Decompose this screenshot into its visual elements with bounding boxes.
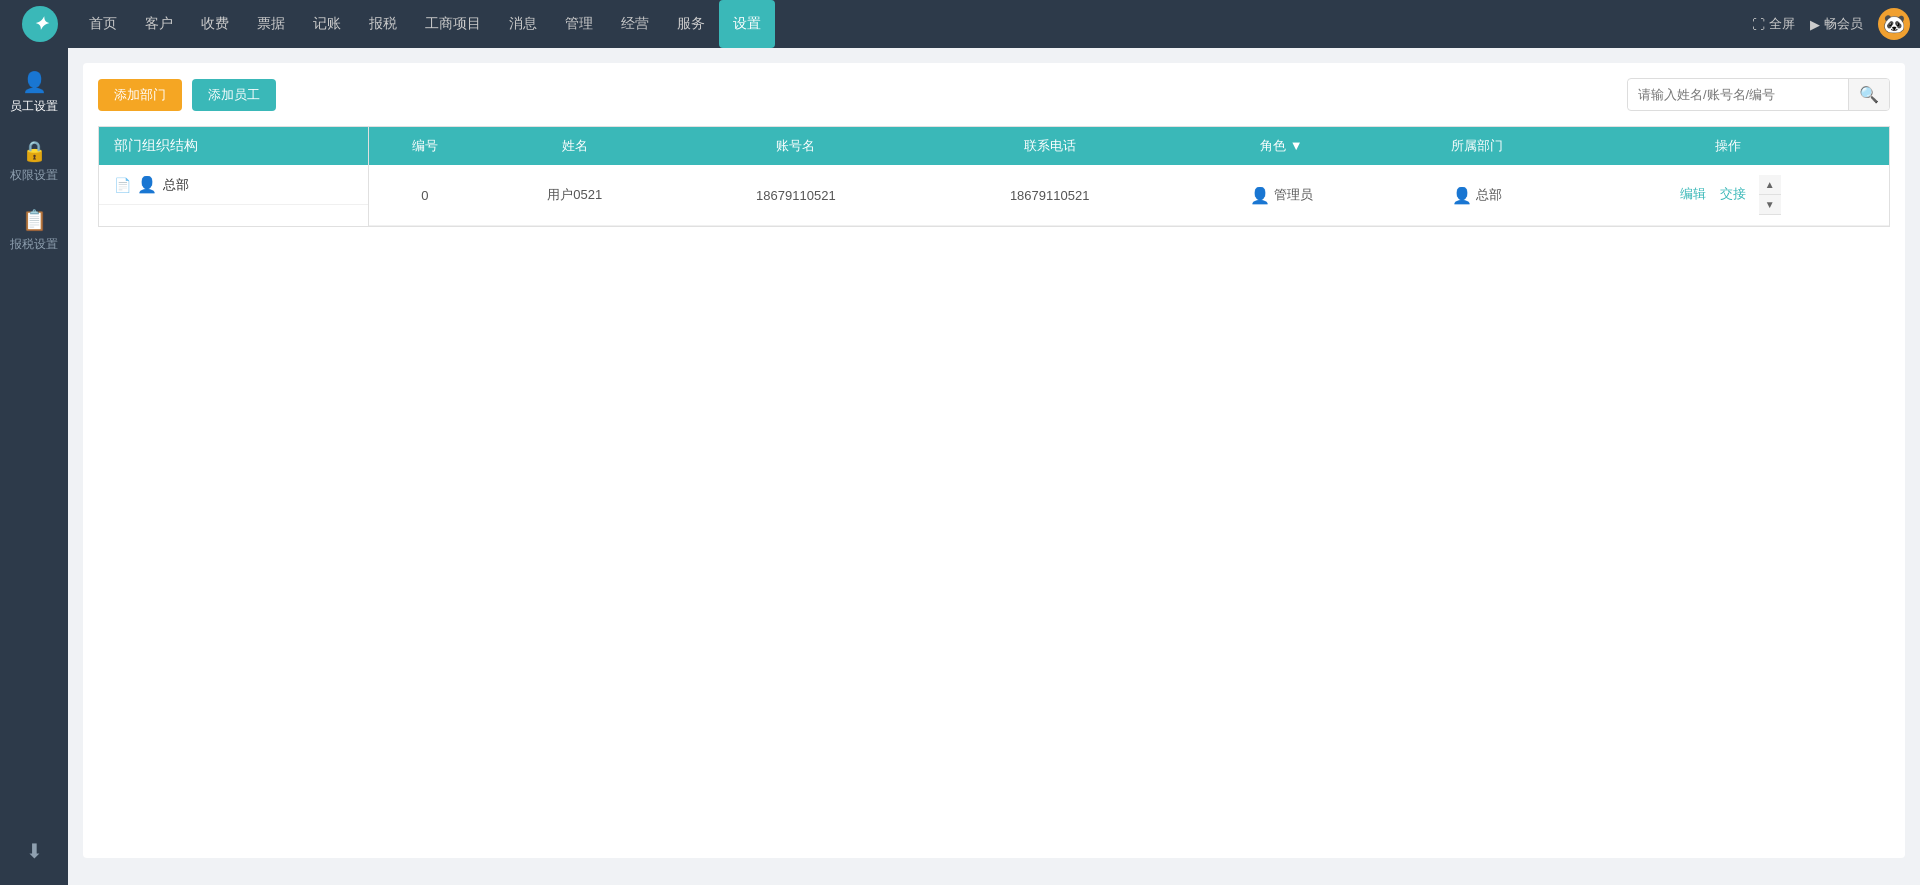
nav-items: 首页 客户 收费 票据 记账 报税 工商项目 消息 管理 经营 服务 设置 <box>75 0 1752 48</box>
sidebar-tax-settings-label: 报税设置 <box>10 236 58 253</box>
toolbar: 添加部门 添加员工 🔍 <box>98 78 1890 111</box>
nav-item-tax[interactable]: 报税 <box>355 0 411 48</box>
scroll-up-button[interactable]: ▲ <box>1759 175 1781 195</box>
sidebar-item-employee[interactable]: 👤 员工设置 <box>0 58 68 127</box>
role-icon: 👤 <box>1250 186 1270 205</box>
scroll-down-button[interactable]: ▼ <box>1759 195 1781 215</box>
table-row: 0 用户0521 18679110521 18679110521 👤 管理员 <box>369 165 1889 226</box>
nav-item-operation[interactable]: 经营 <box>607 0 663 48</box>
tree-item-label: 总部 <box>163 176 189 194</box>
col-phone: 联系电话 <box>923 127 1177 165</box>
nav-item-settings[interactable]: 设置 <box>719 0 775 48</box>
add-employee-button[interactable]: 添加员工 <box>192 79 276 111</box>
nav-right: ⛶ 全屏 ▶ 畅会员 🐼 <box>1752 8 1910 40</box>
edit-button[interactable]: 编辑 <box>1680 186 1706 201</box>
search-icon: 🔍 <box>1859 86 1879 103</box>
col-dept: 所属部门 <box>1386 127 1567 165</box>
logo[interactable]: ✦ <box>10 6 70 42</box>
nav-item-invoice[interactable]: 票据 <box>243 0 299 48</box>
employee-icon: 👤 <box>22 70 47 94</box>
table-header: 编号 姓名 账号名 联系电话 角色 ▼ 所属部门 操作 <box>369 127 1889 165</box>
vip-icon: ▶ <box>1810 17 1820 32</box>
col-id: 编号 <box>369 127 481 165</box>
cell-dept: 👤 总部 <box>1386 165 1567 226</box>
col-role[interactable]: 角色 ▼ <box>1177 127 1387 165</box>
nav-item-service[interactable]: 服务 <box>663 0 719 48</box>
tax-settings-icon: 📋 <box>22 208 47 232</box>
nav-item-business[interactable]: 工商项目 <box>411 0 495 48</box>
table-body: 0 用户0521 18679110521 18679110521 👤 管理员 <box>369 165 1889 226</box>
sidebar-download-button[interactable]: ⬇ <box>21 827 48 875</box>
sidebar-item-permission[interactable]: 🔒 权限设置 <box>0 127 68 196</box>
vip-button[interactable]: ▶ 畅会员 <box>1810 15 1863 33</box>
sidebar-permission-label: 权限设置 <box>10 167 58 184</box>
dept-badge: 👤 总部 <box>1452 186 1502 205</box>
content-area: 添加部门 添加员工 🔍 部门组织结构 📄 👤 总部 <box>83 63 1905 858</box>
fullscreen-button[interactable]: ⛶ 全屏 <box>1752 15 1795 33</box>
logo-icon: ✦ <box>22 6 58 42</box>
nav-item-accounting[interactable]: 记账 <box>299 0 355 48</box>
permission-icon: 🔒 <box>22 139 47 163</box>
top-navigation: ✦ 首页 客户 收费 票据 记账 报税 工商项目 消息 管理 经营 服务 设置 … <box>0 0 1920 48</box>
cell-role: 👤 管理员 <box>1177 165 1387 226</box>
nav-item-customer[interactable]: 客户 <box>131 0 187 48</box>
dept-icon: 👤 <box>1452 186 1472 205</box>
sidebar: 👤 员工设置 🔒 权限设置 📋 报税设置 ⬇ <box>0 48 68 885</box>
nav-item-home[interactable]: 首页 <box>75 0 131 48</box>
vip-label: 畅会员 <box>1824 15 1863 33</box>
fullscreen-label: 全屏 <box>1769 15 1795 33</box>
cell-account: 18679110521 <box>669 165 923 226</box>
nav-item-message[interactable]: 消息 <box>495 0 551 48</box>
sidebar-item-tax-settings[interactable]: 📋 报税设置 <box>0 196 68 265</box>
nav-item-fee[interactable]: 收费 <box>187 0 243 48</box>
cell-id: 0 <box>369 165 481 226</box>
sidebar-employee-label: 员工设置 <box>10 98 58 115</box>
fullscreen-icon: ⛶ <box>1752 17 1765 32</box>
role-label: 管理员 <box>1274 186 1313 204</box>
employee-table: 编号 姓名 账号名 联系电话 角色 ▼ 所属部门 操作 <box>369 127 1889 226</box>
cell-name: 用户0521 <box>481 165 669 226</box>
col-role-label: 角色 ▼ <box>1260 138 1302 153</box>
tree-header: 部门组织结构 <box>99 127 368 165</box>
tree-file-icon: 📄 <box>114 177 131 193</box>
sidebar-bottom: ⬇ <box>21 827 48 875</box>
cell-actions: 编辑 交接 ▲ ▼ <box>1567 165 1889 226</box>
role-badge: 👤 管理员 <box>1250 186 1313 205</box>
col-name: 姓名 <box>481 127 669 165</box>
avatar[interactable]: 🐼 <box>1878 8 1910 40</box>
add-dept-button[interactable]: 添加部门 <box>98 79 182 111</box>
row-scroll-controls: ▲ ▼ <box>1759 175 1781 215</box>
search-input[interactable] <box>1628 81 1848 108</box>
dept-label: 总部 <box>1476 186 1502 204</box>
table-panel: 编号 姓名 账号名 联系电话 角色 ▼ 所属部门 操作 <box>369 127 1889 226</box>
download-icon: ⬇ <box>26 839 43 863</box>
tree-user-icon: 👤 <box>137 175 157 194</box>
cell-phone: 18679110521 <box>923 165 1177 226</box>
main-content: 添加部门 添加员工 🔍 部门组织结构 📄 👤 总部 <box>68 48 1920 885</box>
col-action: 操作 <box>1567 127 1889 165</box>
two-column-layout: 部门组织结构 📄 👤 总部 编号 姓名 账号名 联系电话 <box>98 126 1890 227</box>
nav-item-manage[interactable]: 管理 <box>551 0 607 48</box>
search-box: 🔍 <box>1627 78 1890 111</box>
handover-button[interactable]: 交接 <box>1720 186 1746 201</box>
search-button[interactable]: 🔍 <box>1848 79 1889 110</box>
tree-panel: 部门组织结构 📄 👤 总部 <box>99 127 369 226</box>
col-account: 账号名 <box>669 127 923 165</box>
tree-item-general[interactable]: 📄 👤 总部 <box>99 165 368 205</box>
